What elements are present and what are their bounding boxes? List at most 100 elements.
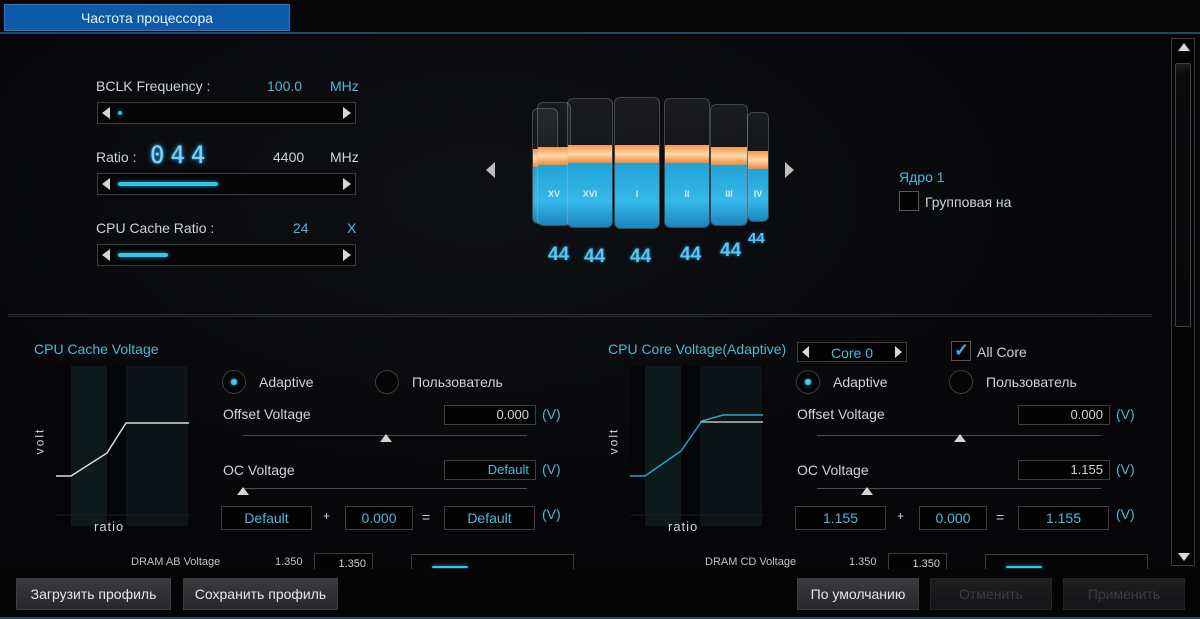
core-sum-offset: 0.000: [919, 506, 987, 530]
load-profile-button[interactable]: Загрузить профиль: [16, 578, 171, 610]
cache-user-radio[interactable]: [375, 370, 399, 394]
ratio-slider[interactable]: [97, 173, 356, 195]
core-adaptive-radio[interactable]: [796, 370, 820, 394]
bclk-label: BCLK Frequency :: [96, 78, 211, 94]
core-battery[interactable]: XVI: [567, 98, 613, 228]
core-voltage-curve: [630, 414, 764, 516]
cache-oc-label: OC Voltage: [223, 462, 295, 478]
cache-offset-thumb[interactable]: [380, 434, 392, 442]
all-core-label: All Core: [977, 344, 1027, 360]
cache-adaptive-label: Adaptive: [259, 374, 314, 390]
tab-cpu-frequency[interactable]: Частота процессора: [4, 4, 290, 31]
cache-offset-unit: (V): [542, 406, 561, 422]
cache-adaptive-radio[interactable]: [222, 370, 246, 394]
core-battery[interactable]: XV: [537, 102, 571, 226]
core-sum-equals: =: [996, 509, 1005, 525]
dram-cd-slider[interactable]: [985, 554, 1148, 569]
cache-ratio-slider[interactable]: [97, 244, 356, 266]
core-voltage-axis-x: ratio: [668, 519, 699, 534]
core-title: Ядро 1: [899, 169, 945, 185]
arrow-right-icon[interactable]: [343, 249, 351, 261]
core-oc-label: OC Voltage: [797, 462, 869, 478]
ratio-label: Ratio :: [96, 149, 137, 165]
scroll-down-icon[interactable]: [1178, 553, 1190, 561]
core-roman-label: XVI: [582, 189, 598, 199]
core-ratio-number: 44: [630, 246, 652, 267]
dram-ab-input[interactable]: 1.350: [314, 553, 373, 570]
core-battery[interactable]: II: [664, 98, 710, 228]
core-battery[interactable]: IV: [747, 112, 769, 222]
core-oc-input[interactable]: 1.155: [1018, 460, 1110, 480]
core-offset-thumb[interactable]: [954, 434, 966, 442]
core-offset-label: Offset Voltage: [797, 406, 885, 422]
bclk-value: 100.0: [267, 78, 303, 94]
core-voltage-title: CPU Core Voltage(Adaptive): [608, 341, 787, 357]
cache-offset-label: Offset Voltage: [223, 406, 311, 422]
cancel-button[interactable]: Отменить: [930, 578, 1052, 610]
core-voltage-axis-y: volt: [606, 427, 621, 455]
cache-voltage-graph: [56, 366, 190, 526]
cache-ratio-unit: X: [347, 220, 357, 236]
carousel-prev-icon[interactable]: [486, 162, 495, 178]
core-roman-label: II: [684, 189, 690, 199]
cache-sum-result: Default: [444, 506, 535, 530]
cache-ratio-value: 24: [293, 220, 309, 236]
checkmark-icon: ✓: [954, 340, 970, 360]
dram-cd-value: 1.350: [849, 556, 877, 568]
core-next-icon[interactable]: [895, 346, 902, 358]
arrow-left-icon[interactable]: [102, 107, 110, 119]
core-ratio-number: 44: [748, 230, 765, 247]
cache-oc-track[interactable]: [243, 488, 527, 489]
defaults-button[interactable]: По умолчанию: [797, 578, 919, 610]
core-ratio-number: 44: [680, 244, 702, 265]
core-roman-label: III: [725, 189, 733, 199]
core-adaptive-label: Adaptive: [833, 374, 888, 390]
cache-oc-thumb[interactable]: [237, 487, 249, 495]
group-setting-checkbox[interactable]: [899, 191, 919, 211]
arrow-right-icon[interactable]: [343, 107, 351, 119]
scroll-up-icon[interactable]: [1178, 43, 1190, 51]
group-setting-label: Групповая на: [925, 194, 1012, 210]
cache-ratio-label: CPU Cache Ratio :: [96, 220, 215, 236]
arrow-left-icon[interactable]: [102, 178, 110, 190]
save-profile-button[interactable]: Сохранить профиль: [183, 578, 338, 610]
ratio-digital-display: 044: [150, 141, 212, 169]
core-selector[interactable]: Core 0: [797, 342, 907, 362]
dram-ab-slider[interactable]: [411, 554, 574, 569]
ratio-unit: MHz: [330, 149, 359, 165]
core-sum-unit: (V): [1116, 506, 1135, 522]
bclk-slider-fill: [118, 111, 122, 115]
core-oc-track[interactable]: [817, 488, 1101, 489]
carousel-next-icon[interactable]: [785, 162, 794, 178]
cache-sum-plus: +: [323, 509, 331, 523]
core-roman-label: XV: [547, 189, 560, 199]
cache-offset-input[interactable]: 0.000: [444, 405, 536, 425]
all-core-checkbox[interactable]: ✓: [951, 340, 971, 361]
dram-cd-input[interactable]: 1.350: [888, 553, 947, 570]
core-user-radio[interactable]: [949, 370, 973, 394]
cache-sum-offset: 0.000: [345, 506, 413, 530]
core-roman-label: IV: [753, 189, 763, 199]
apply-button[interactable]: Применить: [1063, 578, 1185, 610]
dram-ab-label: DRAM AB Voltage: [131, 556, 221, 568]
cache-oc-unit: (V): [542, 461, 561, 477]
cache-sum-equals: =: [422, 509, 431, 525]
arrow-right-icon[interactable]: [343, 178, 351, 190]
dram-ab-value: 1.350: [275, 556, 303, 568]
core-battery[interactable]: III: [710, 104, 748, 226]
core-offset-input[interactable]: 0.000: [1018, 405, 1110, 425]
footer-bar: Загрузить профиль Сохранить профиль По у…: [0, 569, 1200, 619]
core-sum-base: 1.155: [795, 506, 886, 530]
cache-oc-input[interactable]: Default: [444, 460, 536, 480]
cache-voltage-axis-y: volt: [32, 427, 47, 455]
core-sum-result: 1.155: [1018, 506, 1109, 530]
scroll-thumb[interactable]: [1175, 63, 1191, 327]
cache-sum-base: Default: [221, 506, 312, 530]
core-roman-label: I: [635, 189, 639, 199]
core-battery[interactable]: I: [614, 97, 660, 229]
section-divider: [8, 314, 1152, 317]
core-oc-thumb[interactable]: [861, 487, 873, 495]
bclk-slider[interactable]: [97, 102, 356, 124]
vertical-scrollbar[interactable]: [1171, 38, 1195, 566]
arrow-left-icon[interactable]: [102, 249, 110, 261]
